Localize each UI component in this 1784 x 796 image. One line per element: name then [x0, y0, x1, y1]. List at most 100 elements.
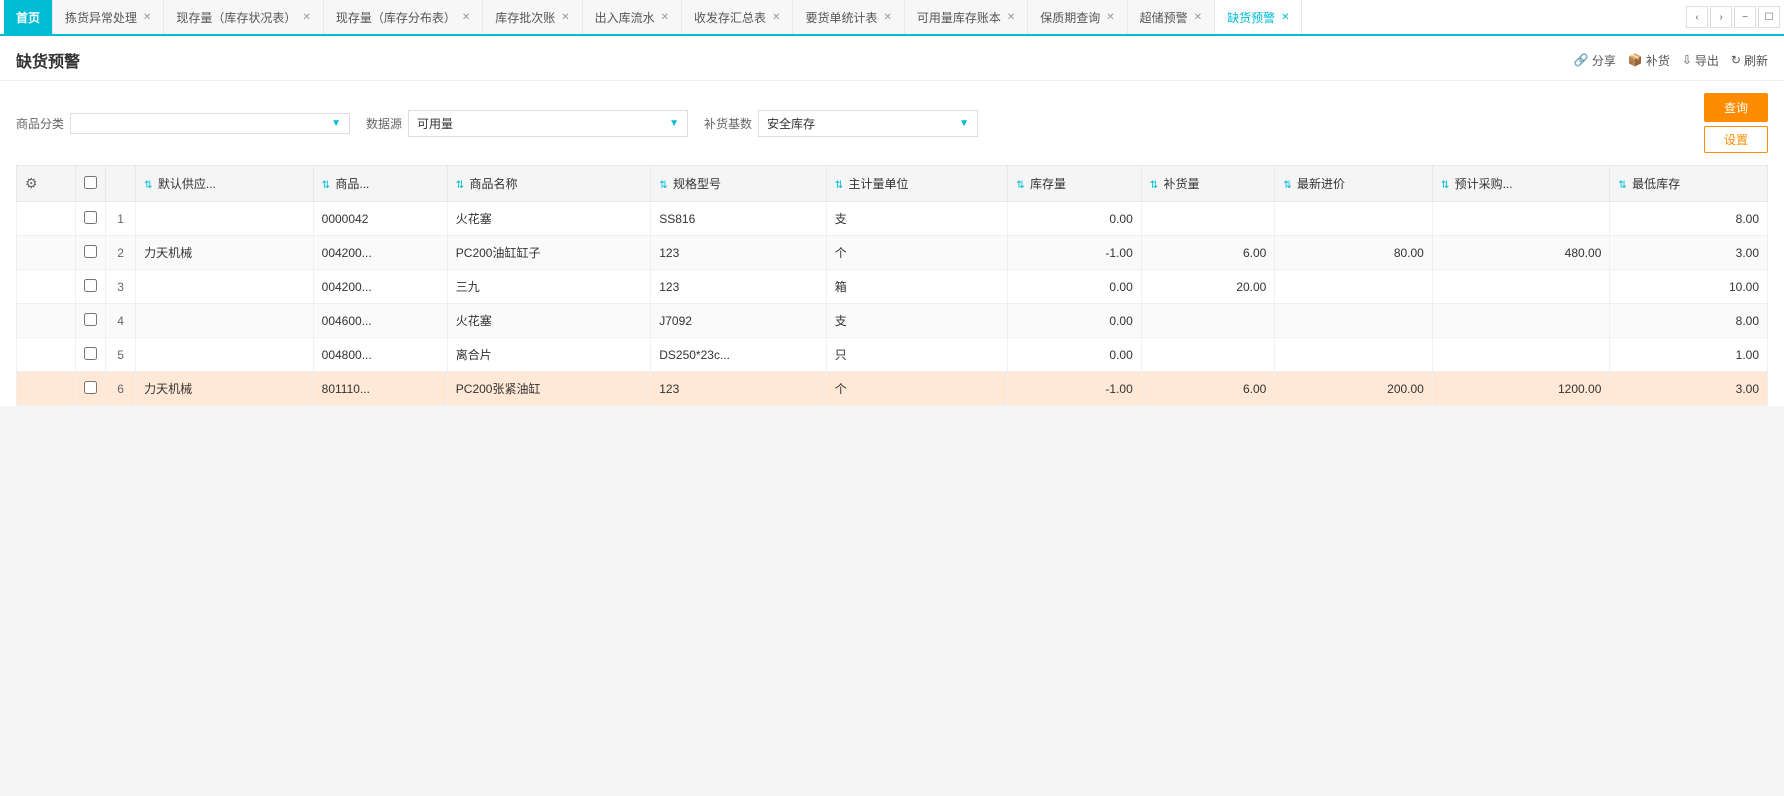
- row-product-code: 004200...: [313, 270, 447, 304]
- col-header-stock-qty[interactable]: ⇅ 库存量: [1008, 166, 1142, 202]
- tab-inventory-status[interactable]: 现存量（库存状况表） ✕: [164, 0, 323, 35]
- sort-code-icon: ⇅: [322, 180, 330, 191]
- tab-exception[interactable]: 拣货异常处理 ✕: [53, 0, 164, 35]
- tab-receive-send[interactable]: 收发存汇总表 ✕: [682, 0, 793, 35]
- close-tab-order-stat[interactable]: ✕: [883, 12, 891, 23]
- row-product-name: PC200油缸缸子: [447, 236, 650, 270]
- data-table-container: ⚙ ⇅ 默认供应... ⇅ 商品... ⇅: [0, 165, 1784, 406]
- col-header-latest-price[interactable]: ⇅ 最新进价: [1275, 166, 1433, 202]
- tab-maximize[interactable]: ☐: [1758, 6, 1780, 28]
- row-checkbox-1[interactable]: [84, 245, 97, 258]
- close-tab-inventory-status[interactable]: ✕: [302, 12, 310, 23]
- col-header-checkbox[interactable]: [76, 166, 106, 202]
- sort-price-icon: ⇅: [1283, 180, 1291, 191]
- close-tab-exception[interactable]: ✕: [143, 12, 151, 23]
- col-header-product-name[interactable]: ⇅ 商品名称: [447, 166, 650, 202]
- row-supplier: 力天机械: [136, 236, 314, 270]
- row-restock-qty: [1141, 304, 1275, 338]
- row-min-stock: 8.00: [1610, 202, 1768, 236]
- data-table: ⚙ ⇅ 默认供应... ⇅ 商品... ⇅: [16, 165, 1768, 406]
- row-checkbox-cell[interactable]: [76, 338, 106, 372]
- close-tab-shortage[interactable]: ✕: [1281, 12, 1289, 23]
- sort-unit-icon: ⇅: [835, 180, 843, 191]
- category-filter-group: 商品分类 ▼: [16, 113, 350, 134]
- row-latest-price: 80.00: [1275, 236, 1433, 270]
- col-header-spec[interactable]: ⇅ 规格型号: [651, 166, 826, 202]
- tab-minimize[interactable]: −: [1734, 6, 1756, 28]
- tab-nav-buttons: ‹ › − ☐: [1686, 6, 1780, 28]
- category-select[interactable]: ▼: [70, 113, 350, 134]
- row-restock-qty: 6.00: [1141, 372, 1275, 406]
- row-est-purchase: 1200.00: [1432, 372, 1610, 406]
- row-checkbox-5[interactable]: [84, 381, 97, 394]
- col-header-est-purchase[interactable]: ⇅ 预计采购...: [1432, 166, 1610, 202]
- row-min-stock: 10.00: [1610, 270, 1768, 304]
- sort-est-icon: ⇅: [1441, 180, 1449, 191]
- query-button[interactable]: 查询: [1704, 93, 1768, 122]
- tab-scroll-right[interactable]: ›: [1710, 6, 1732, 28]
- table-header-row: ⚙ ⇅ 默认供应... ⇅ 商品... ⇅: [17, 166, 1768, 202]
- export-icon: ⇩: [1682, 53, 1692, 67]
- row-restock-qty: 6.00: [1141, 236, 1275, 270]
- col-header-unit[interactable]: ⇅ 主计量单位: [826, 166, 1008, 202]
- row-spec: SS816: [651, 202, 826, 236]
- row-number: 4: [106, 304, 136, 338]
- row-stock-qty: 0.00: [1008, 304, 1142, 338]
- row-checkbox-0[interactable]: [84, 211, 97, 224]
- datasource-select[interactable]: 可用量 ▼: [408, 110, 688, 137]
- col-header-min-stock[interactable]: ⇅ 最低库存: [1610, 166, 1768, 202]
- restock-action[interactable]: 📦 补货: [1628, 52, 1670, 69]
- tab-shortage[interactable]: 缺货预警 ✕: [1215, 0, 1302, 36]
- tab-home[interactable]: 首页: [4, 0, 53, 35]
- row-checkbox-3[interactable]: [84, 313, 97, 326]
- col-header-gear[interactable]: ⚙: [17, 166, 76, 202]
- export-action[interactable]: ⇩ 导出: [1682, 52, 1719, 69]
- refresh-icon: ↻: [1731, 53, 1741, 67]
- row-stock-qty: 0.00: [1008, 270, 1142, 304]
- refresh-action[interactable]: ↻ 刷新: [1731, 52, 1768, 69]
- tab-scroll-left[interactable]: ‹: [1686, 6, 1708, 28]
- tab-batch[interactable]: 库存批次账 ✕: [483, 0, 582, 35]
- row-checkbox-cell[interactable]: [76, 372, 106, 406]
- row-checkbox-cell[interactable]: [76, 304, 106, 338]
- tab-inout-flow[interactable]: 出入库流水 ✕: [583, 0, 682, 35]
- col-header-supplier[interactable]: ⇅ 默认供应...: [136, 166, 314, 202]
- row-gear-cell: [17, 270, 76, 304]
- close-tab-batch[interactable]: ✕: [561, 12, 569, 23]
- gear-settings-icon[interactable]: ⚙: [25, 175, 38, 192]
- settings-button[interactable]: 设置: [1704, 126, 1768, 153]
- tab-inventory-dist[interactable]: 现存量（库存分布表） ✕: [324, 0, 483, 35]
- restock-base-select[interactable]: 安全库存 ▼: [758, 110, 978, 137]
- tab-overstock[interactable]: 超储预警 ✕: [1128, 0, 1215, 35]
- tab-order-stat[interactable]: 要货单统计表 ✕: [793, 0, 904, 35]
- row-checkbox-2[interactable]: [84, 279, 97, 292]
- close-tab-available[interactable]: ✕: [1007, 12, 1015, 23]
- row-checkbox-4[interactable]: [84, 347, 97, 360]
- table-row: 5 004800... 离合片 DS250*23c... 只 0.00 1.00: [17, 338, 1768, 372]
- row-spec: 123: [651, 236, 826, 270]
- row-restock-qty: [1141, 338, 1275, 372]
- col-header-product-code[interactable]: ⇅ 商品...: [313, 166, 447, 202]
- tab-available[interactable]: 可用量库存账本 ✕: [905, 0, 1028, 35]
- row-unit: 支: [826, 202, 1008, 236]
- close-tab-inventory-dist[interactable]: ✕: [462, 12, 470, 23]
- tab-expiry[interactable]: 保质期查询 ✕: [1028, 0, 1127, 35]
- close-tab-inout-flow[interactable]: ✕: [661, 12, 669, 23]
- close-tab-expiry[interactable]: ✕: [1106, 12, 1114, 23]
- row-unit: 箱: [826, 270, 1008, 304]
- row-checkbox-cell[interactable]: [76, 236, 106, 270]
- row-checkbox-cell[interactable]: [76, 270, 106, 304]
- sort-stock-icon: ⇅: [1016, 180, 1024, 191]
- row-min-stock: 3.00: [1610, 236, 1768, 270]
- close-tab-overstock[interactable]: ✕: [1194, 12, 1202, 23]
- row-checkbox-cell[interactable]: [76, 202, 106, 236]
- close-tab-receive-send[interactable]: ✕: [772, 12, 780, 23]
- share-action[interactable]: 🔗 分享: [1574, 52, 1616, 69]
- col-header-restock-qty[interactable]: ⇅ 补货量: [1141, 166, 1275, 202]
- row-product-code: 004800...: [313, 338, 447, 372]
- select-all-checkbox[interactable]: [84, 176, 97, 189]
- row-product-code: 004600...: [313, 304, 447, 338]
- sort-restock-icon: ⇅: [1150, 180, 1158, 191]
- row-spec: 123: [651, 372, 826, 406]
- row-supplier: [136, 338, 314, 372]
